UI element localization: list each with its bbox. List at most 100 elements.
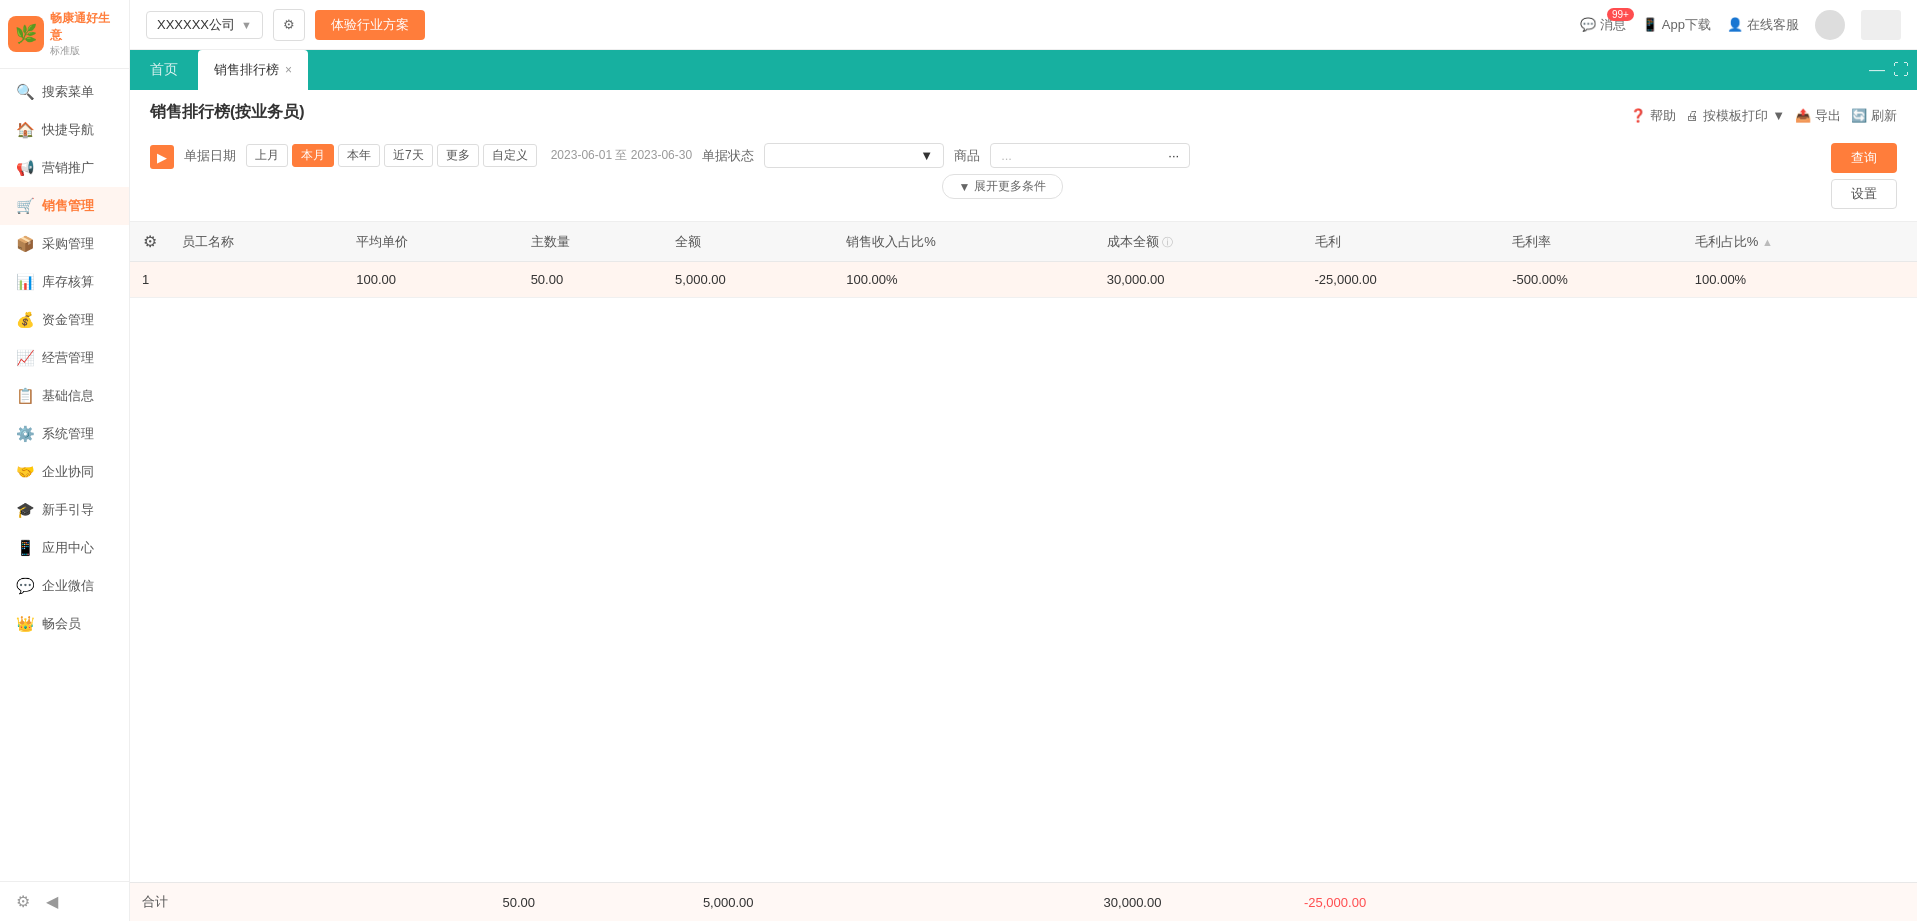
- cell-sales-pct: 100.00%: [834, 262, 1094, 298]
- cost-info-icon[interactable]: ⓘ: [1162, 236, 1173, 248]
- sidebar-label-collab: 企业协同: [42, 463, 94, 481]
- sidebar-label-search: 搜索菜单: [42, 83, 94, 101]
- company-selector[interactable]: XXXXXX公司 ▼: [146, 11, 263, 39]
- sidebar-footer: ⚙ ◀: [0, 881, 129, 921]
- purchase-icon: 📦: [16, 235, 34, 253]
- sidebar-label-quick-nav: 快捷导航: [42, 121, 94, 139]
- export-icon: 📤: [1795, 108, 1811, 123]
- cell-amount: 5,000.00: [663, 262, 834, 298]
- expand-icon: ▼: [959, 180, 971, 194]
- query-button[interactable]: 查询: [1831, 143, 1897, 173]
- goods-ellipsis: ···: [1168, 148, 1179, 163]
- filter-toggle-button[interactable]: ▶: [150, 145, 174, 169]
- message-button[interactable]: 💬 消息 99+: [1580, 16, 1626, 34]
- status-filter-label: 单据状态: [702, 147, 754, 165]
- chevron-down-icon: ▼: [241, 19, 252, 31]
- footer-spacer2: [1504, 895, 1704, 910]
- col-header-amount: 全额: [663, 222, 834, 262]
- tab-close-button[interactable]: ×: [285, 63, 292, 77]
- sidebar-item-finance[interactable]: 💰 资金管理: [0, 301, 129, 339]
- message-icon: 💬: [1580, 17, 1596, 32]
- help-button[interactable]: ❓ 帮助: [1630, 107, 1676, 125]
- sidebar-item-member[interactable]: 👑 畅会员: [0, 605, 129, 643]
- footer-spacer: [202, 895, 503, 910]
- cell-gross-pct: 100.00%: [1683, 262, 1917, 298]
- wechat-icon: 💬: [16, 577, 34, 595]
- sidebar-item-basic[interactable]: 📋 基础信息: [0, 377, 129, 415]
- page-content: 销售排行榜(按业务员) ❓ 帮助 🖨 按模板打印 ▼: [130, 90, 1917, 921]
- filter-panel: 销售排行榜(按业务员) ❓ 帮助 🖨 按模板打印 ▼: [130, 90, 1917, 222]
- inventory-icon: 📊: [16, 273, 34, 291]
- expand-conditions-button[interactable]: ▼ 展开更多条件: [942, 174, 1064, 199]
- sidebar-item-sales[interactable]: 🛒 销售管理: [0, 187, 129, 225]
- date-btn-more[interactable]: 更多: [437, 144, 479, 167]
- logo-icon: 🌿: [8, 16, 44, 52]
- sidebar-item-wechat[interactable]: 💬 企业微信: [0, 567, 129, 605]
- top-header: XXXXXX公司 ▼ ⚙ 体验行业方案 💬 消息 99+ 📱 App下载 👤 在…: [130, 0, 1917, 50]
- sidebar-item-system[interactable]: ⚙️ 系统管理: [0, 415, 129, 453]
- export-button[interactable]: 📤 导出: [1795, 107, 1841, 125]
- expand-bar: ▼ 展开更多条件: [184, 168, 1821, 199]
- sidebar-label-operation: 经营管理: [42, 349, 94, 367]
- sidebar-label-inventory: 库存核算: [42, 273, 94, 291]
- print-template-button[interactable]: 🖨 按模板打印 ▼: [1686, 107, 1785, 125]
- date-btn-this-year[interactable]: 本年: [338, 144, 380, 167]
- sidebar-label-app-center: 应用中心: [42, 539, 94, 557]
- cell-main-qty: 50.00: [519, 262, 663, 298]
- sidebar-label-purchase: 采购管理: [42, 235, 94, 253]
- sidebar-item-beginner[interactable]: 🎓 新手引导: [0, 491, 129, 529]
- goods-placeholder: ...: [1001, 148, 1012, 163]
- table-settings-header[interactable]: ⚙: [130, 222, 170, 262]
- settings-footer-icon[interactable]: ⚙: [16, 892, 30, 911]
- marketing-icon: 📢: [16, 159, 34, 177]
- app-download-button[interactable]: 📱 App下载: [1642, 16, 1711, 34]
- export-label: 导出: [1815, 107, 1841, 125]
- gross-pct-info-icon[interactable]: ▲: [1762, 236, 1773, 248]
- sidebar-item-marketing[interactable]: 📢 营销推广: [0, 149, 129, 187]
- member-icon: 👑: [16, 615, 34, 633]
- col-header-gross-margin: 毛利率: [1500, 222, 1683, 262]
- date-range-text: 2023-06-01 至 2023-06-30: [551, 147, 692, 164]
- main-area: XXXXXX公司 ▼ ⚙ 体验行业方案 💬 消息 99+ 📱 App下载 👤 在…: [130, 0, 1917, 921]
- sidebar-item-search[interactable]: 🔍 搜索菜单: [0, 73, 129, 111]
- settings-button[interactable]: ⚙: [273, 9, 305, 41]
- tab-minimize-button[interactable]: —: [1869, 61, 1885, 79]
- user-name-area: [1861, 10, 1901, 40]
- sidebar-item-enterprise-collab[interactable]: 🤝 企业协同: [0, 453, 129, 491]
- sidebar: 🌿 畅康通好生意 标准版 🔍 搜索菜单 🏠 快捷导航 📢 营销推广 🛒 销售管理…: [0, 0, 130, 921]
- user-avatar[interactable]: [1815, 10, 1845, 40]
- service-icon: 👤: [1727, 17, 1743, 32]
- table-area: ⚙ 员工名称 平均单价 主数量 全额 销售收入占比% 成本全额 ⓘ 毛利 毛利率…: [130, 222, 1917, 882]
- tab-sales-ranking[interactable]: 销售排行榜 ×: [198, 50, 308, 90]
- operation-icon: 📈: [16, 349, 34, 367]
- online-service-button[interactable]: 👤 在线客服: [1727, 16, 1799, 34]
- sidebar-item-app-center[interactable]: 📱 应用中心: [0, 529, 129, 567]
- refresh-button[interactable]: 🔄 刷新: [1851, 107, 1897, 125]
- app-icon: 📱: [1642, 17, 1658, 32]
- tab-bar: 首页 销售排行榜 × — ⛶: [130, 50, 1917, 90]
- tab-home[interactable]: 首页: [130, 50, 198, 90]
- sidebar-nav: 🔍 搜索菜单 🏠 快捷导航 📢 营销推广 🛒 销售管理 📦 采购管理 📊 库存核…: [0, 69, 129, 881]
- tab-actions: — ⛶: [1869, 61, 1917, 79]
- date-btn-this-month[interactable]: 本月: [292, 144, 334, 167]
- filter-toolbar: ❓ 帮助 🖨 按模板打印 ▼ 📤 导出: [1630, 107, 1897, 125]
- sidebar-item-operation[interactable]: 📈 经营管理: [0, 339, 129, 377]
- col-header-employee: 员工名称: [170, 222, 344, 262]
- sidebar-item-quick-nav[interactable]: 🏠 快捷导航: [0, 111, 129, 149]
- collapse-sidebar-icon[interactable]: ◀: [46, 892, 58, 911]
- settings-button-filter[interactable]: 设置: [1831, 179, 1897, 209]
- col-header-main-qty: 主数量: [519, 222, 663, 262]
- goods-select[interactable]: ... ···: [990, 143, 1190, 168]
- sidebar-item-purchase[interactable]: 📦 采购管理: [0, 225, 129, 263]
- home-icon: 🏠: [16, 121, 34, 139]
- action-buttons: 查询 设置: [1831, 143, 1897, 209]
- footer-total-label: 合计: [142, 893, 202, 911]
- sidebar-item-inventory[interactable]: 📊 库存核算: [0, 263, 129, 301]
- table-footer: 合计 50.00 5,000.00 30,000.00 -25,000.00: [130, 882, 1917, 921]
- tab-maximize-button[interactable]: ⛶: [1893, 61, 1909, 79]
- date-btn-7days[interactable]: 近7天: [384, 144, 433, 167]
- date-btn-custom[interactable]: 自定义: [483, 144, 537, 167]
- date-btn-last-month[interactable]: 上月: [246, 144, 288, 167]
- trial-industry-button[interactable]: 体验行业方案: [315, 10, 425, 40]
- status-select[interactable]: ▼: [764, 143, 944, 168]
